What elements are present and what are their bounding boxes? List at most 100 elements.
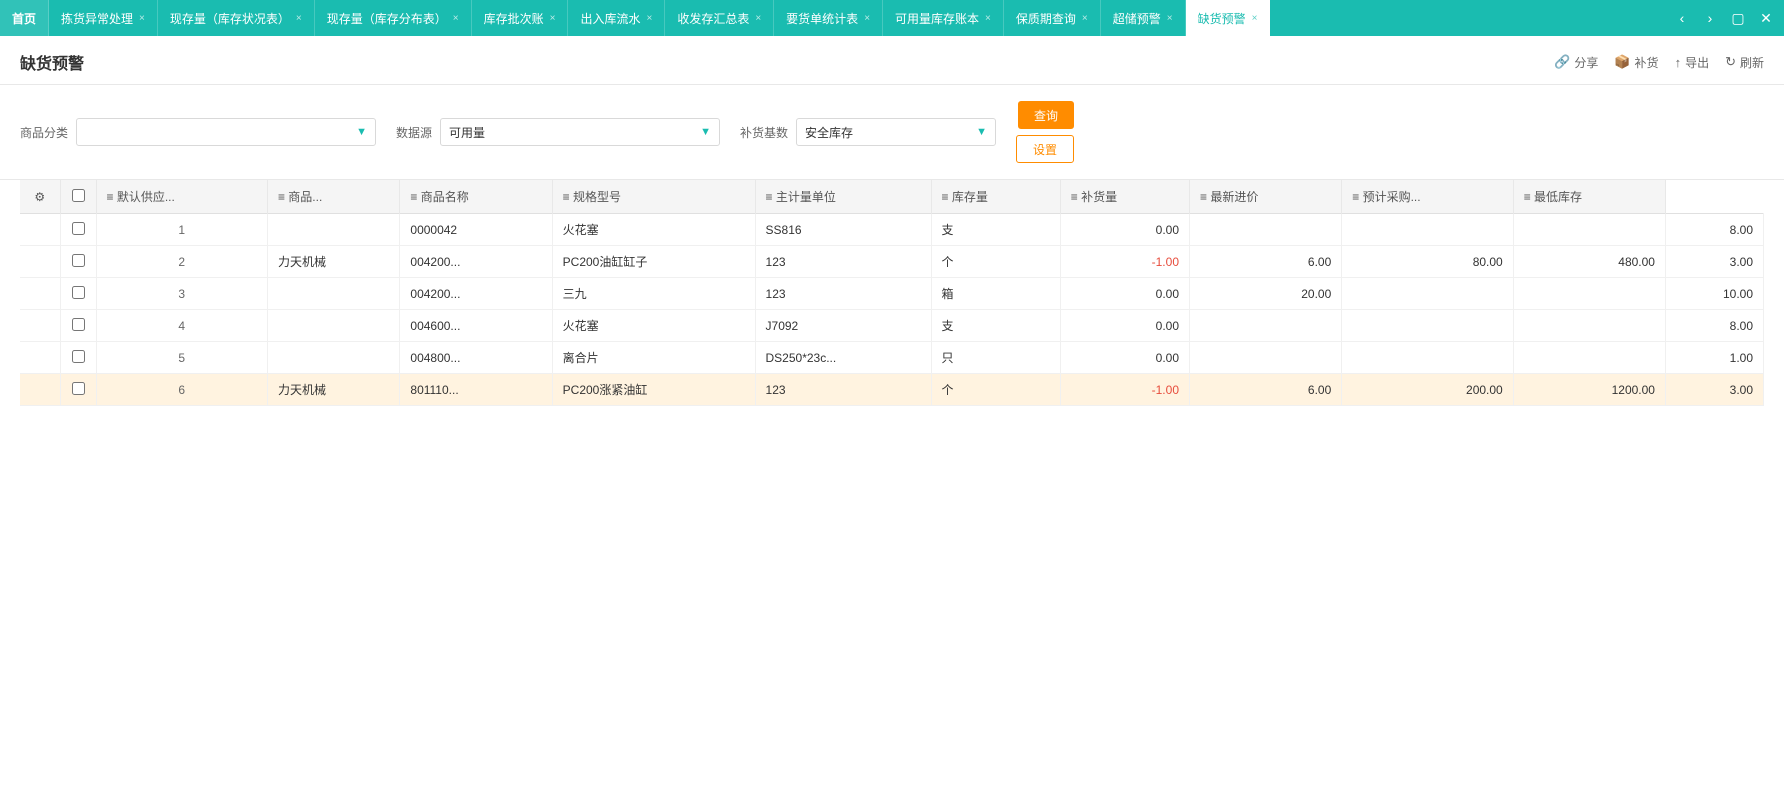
row-supplement xyxy=(1190,310,1342,342)
tab-stock-status[interactable]: 现存量（库存状况表） × xyxy=(158,0,315,36)
close-tab-collect[interactable]: × xyxy=(755,13,761,24)
datasource-select[interactable]: 可用量 ▼ xyxy=(440,118,720,146)
category-arrow-icon: ▼ xyxy=(356,126,367,138)
select-all-checkbox[interactable] xyxy=(72,189,85,202)
row-number: 1 xyxy=(96,214,267,246)
row-latest-price: 80.00 xyxy=(1342,246,1513,278)
col-name[interactable]: ≡ 商品名称 xyxy=(400,180,552,214)
col-supplier-label: ≡ 默认供应... xyxy=(107,190,175,204)
table-header-row: ⚙ ≡ 默认供应... ≡ 商品... ≡ 商品名称 ≡ xyxy=(20,180,1764,214)
tab-expiry[interactable]: 保质期查询 × xyxy=(1004,0,1101,36)
row-spec: SS816 xyxy=(755,214,931,246)
tab-collect[interactable]: 收发存汇总表 × xyxy=(665,0,774,36)
close-tab-abnormal[interactable]: × xyxy=(139,13,145,24)
row-name: 火花塞 xyxy=(552,214,755,246)
row-spec: 123 xyxy=(755,278,931,310)
supplement-base-label: 补货基数 xyxy=(740,124,788,141)
share-button[interactable]: 🔗 分享 xyxy=(1554,54,1598,71)
row-checkbox[interactable] xyxy=(72,318,85,331)
close-tab-overstock[interactable]: × xyxy=(1167,13,1173,24)
row-number: 4 xyxy=(96,310,267,342)
row-number: 5 xyxy=(96,342,267,374)
row-gear-cell xyxy=(20,278,60,310)
row-name: 离合片 xyxy=(552,342,755,374)
col-unit[interactable]: ≡ 主计量单位 xyxy=(755,180,931,214)
row-est-purchase: 480.00 xyxy=(1513,246,1665,278)
row-checkbox[interactable] xyxy=(72,286,85,299)
nav-prev-btn[interactable]: ‹ xyxy=(1668,4,1696,32)
col-supplement[interactable]: ≡ 补货量 xyxy=(1060,180,1189,214)
close-tab-expiry[interactable]: × xyxy=(1082,13,1088,24)
row-stock: 0.00 xyxy=(1060,214,1189,246)
col-stock[interactable]: ≡ 库存量 xyxy=(931,180,1060,214)
tab-inout[interactable]: 出入库流水 × xyxy=(568,0,665,36)
close-tab-inout[interactable]: × xyxy=(646,13,652,24)
query-button[interactable]: 查询 xyxy=(1018,101,1074,129)
row-checkbox-cell[interactable] xyxy=(60,374,96,406)
category-select[interactable]: ▼ xyxy=(76,118,376,146)
row-stock: -1.00 xyxy=(1060,374,1189,406)
supplement-base-arrow-icon: ▼ xyxy=(976,126,987,138)
row-number: 3 xyxy=(96,278,267,310)
tab-shortage[interactable]: 缺货预警 × xyxy=(1186,0,1271,36)
row-checkbox[interactable] xyxy=(72,254,85,267)
tab-home[interactable]: 首页 xyxy=(0,0,49,36)
row-stock: -1.00 xyxy=(1060,246,1189,278)
tab-batch[interactable]: 库存批次账 × xyxy=(472,0,569,36)
row-checkbox[interactable] xyxy=(72,222,85,235)
row-checkbox-cell[interactable] xyxy=(60,246,96,278)
close-tab-order-stat[interactable]: × xyxy=(864,13,870,24)
row-supplier xyxy=(267,310,399,342)
row-unit: 个 xyxy=(931,374,1060,406)
refresh-icon: ↻ xyxy=(1725,54,1736,70)
tab-available[interactable]: 可用量库存账本 × xyxy=(883,0,1004,36)
row-checkbox-cell[interactable] xyxy=(60,310,96,342)
col-spec[interactable]: ≡ 规格型号 xyxy=(552,180,755,214)
row-checkbox-cell[interactable] xyxy=(60,214,96,246)
col-supplier[interactable]: ≡ 默认供应... xyxy=(96,180,267,214)
close-tab-available[interactable]: × xyxy=(985,13,991,24)
row-supplement xyxy=(1190,214,1342,246)
tab-abnormal[interactable]: 拣货异常处理 × xyxy=(49,0,158,36)
row-checkbox-cell[interactable] xyxy=(60,342,96,374)
close-tab-shortage[interactable]: × xyxy=(1252,13,1258,24)
row-supplier: 力天机械 xyxy=(267,374,399,406)
col-code[interactable]: ≡ 商品... xyxy=(267,180,399,214)
tab-order-stat[interactable]: 要货单统计表 × xyxy=(774,0,883,36)
col-name-label: ≡ 商品名称 xyxy=(410,190,468,204)
table-row: 10000042火花塞SS816支0.008.00 xyxy=(20,214,1764,246)
row-stock: 0.00 xyxy=(1060,278,1189,310)
row-code: 004800... xyxy=(400,342,552,374)
top-nav: 首页 拣货异常处理 × 现存量（库存状况表） × 现存量（库存分布表） × 库存… xyxy=(0,0,1784,36)
tab-stock-dist[interactable]: 现存量（库存分布表） × xyxy=(315,0,472,36)
row-unit: 支 xyxy=(931,310,1060,342)
page-header: 缺货预警 🔗 分享 📦 补货 ↑ 导出 ↻ 刷新 xyxy=(0,36,1784,85)
export-button[interactable]: ↑ 导出 xyxy=(1675,54,1710,71)
col-check[interactable] xyxy=(60,180,96,214)
main-content: 缺货预警 🔗 分享 📦 补货 ↑ 导出 ↻ 刷新 商品分类 xyxy=(0,36,1784,796)
nav-close-btn[interactable]: ✕ xyxy=(1752,4,1780,32)
col-min-stock[interactable]: ≡ 最低库存 xyxy=(1513,180,1665,214)
close-tab-stock-status[interactable]: × xyxy=(296,13,302,24)
settings-button[interactable]: 设置 xyxy=(1016,135,1074,163)
supplement-button[interactable]: 📦 补货 xyxy=(1614,54,1658,71)
col-latest-price[interactable]: ≡ 最新进价 xyxy=(1190,180,1342,214)
refresh-button[interactable]: ↻ 刷新 xyxy=(1725,54,1764,71)
close-tab-stock-dist[interactable]: × xyxy=(453,13,459,24)
row-name: 火花塞 xyxy=(552,310,755,342)
col-est-purchase[interactable]: ≡ 预计采购... xyxy=(1342,180,1513,214)
col-supplement-label: ≡ 补货量 xyxy=(1071,190,1117,204)
tab-overstock[interactable]: 超储预警 × xyxy=(1101,0,1186,36)
row-latest-price xyxy=(1342,278,1513,310)
nav-next-btn[interactable]: › xyxy=(1696,4,1724,32)
table-body: 10000042火花塞SS816支0.008.002力天机械004200...P… xyxy=(20,214,1764,406)
row-checkbox-cell[interactable] xyxy=(60,278,96,310)
col-gear[interactable]: ⚙ xyxy=(20,180,60,214)
row-checkbox[interactable] xyxy=(72,350,85,363)
row-number: 2 xyxy=(96,246,267,278)
row-supplement: 6.00 xyxy=(1190,246,1342,278)
nav-restore-btn[interactable]: ▢ xyxy=(1724,4,1752,32)
close-tab-batch[interactable]: × xyxy=(550,13,556,24)
supplement-base-select[interactable]: 安全库存 ▼ xyxy=(796,118,996,146)
row-checkbox[interactable] xyxy=(72,382,85,395)
